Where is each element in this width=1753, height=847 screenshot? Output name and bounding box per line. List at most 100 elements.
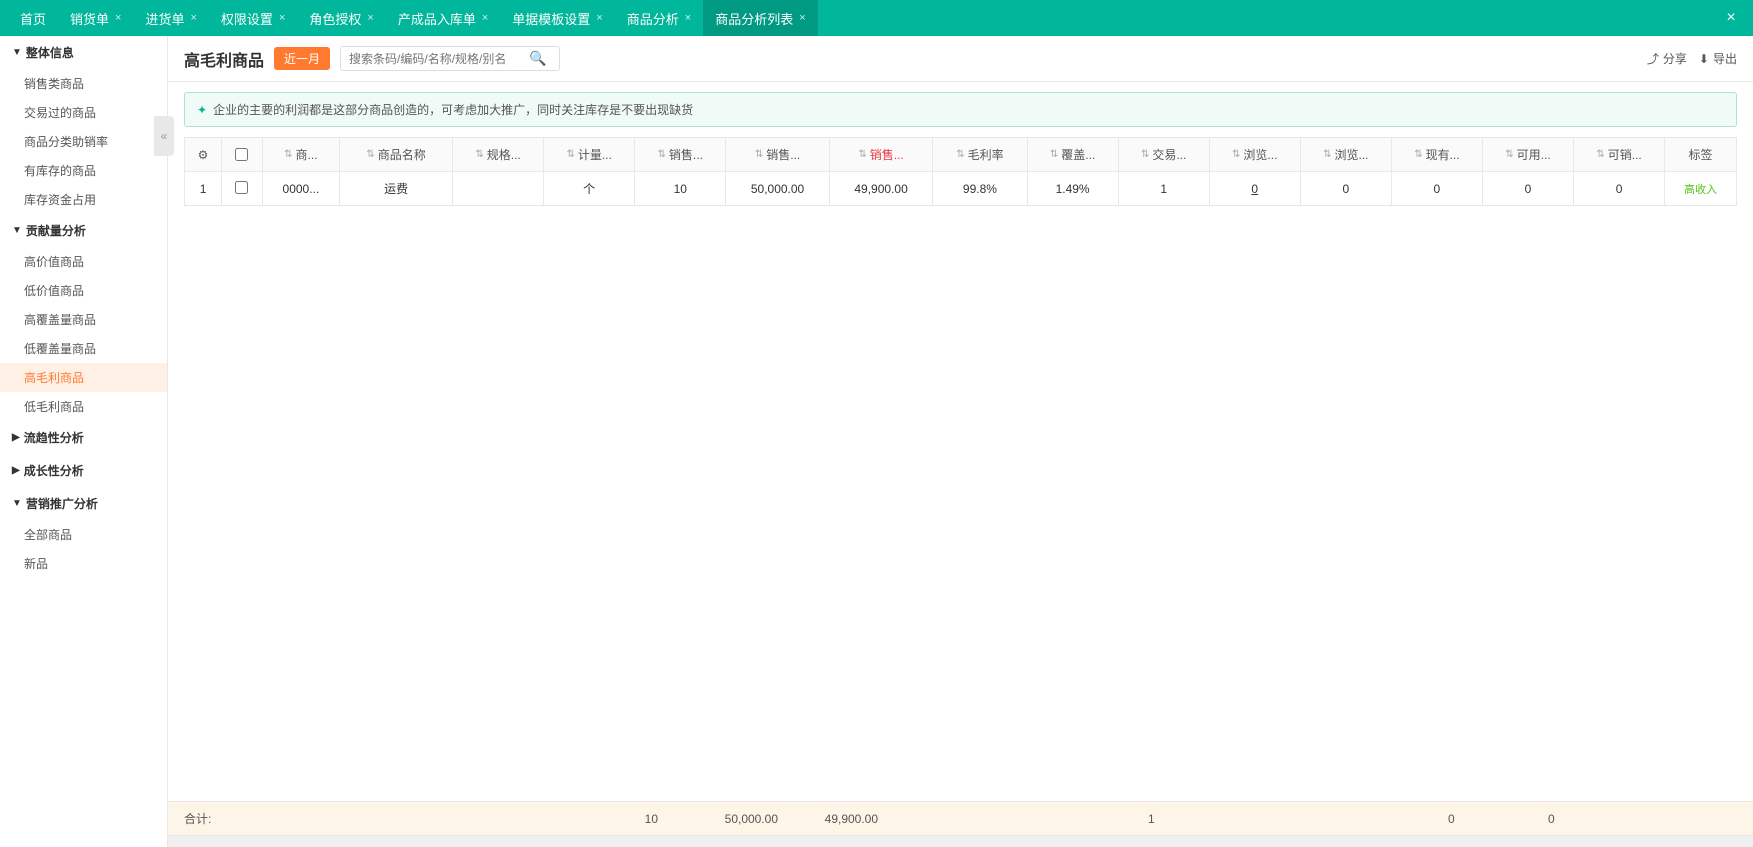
footer-sales-profit: 49,900.00 [811, 812, 891, 826]
cell-coverage: 1.49% [1027, 172, 1118, 206]
col-sales-qty: ⇅ 销售... [635, 138, 726, 172]
sort-icon[interactable]: ⇅ [1141, 149, 1149, 160]
sidebar-item-traded-goods[interactable]: 交易过的商品 [0, 98, 167, 127]
sidebar-item-in-stock[interactable]: 有库存的商品 [0, 156, 167, 185]
sort-icon[interactable]: ⇅ [1323, 149, 1331, 160]
share-button[interactable]: ⤴ 分享 [1647, 50, 1687, 67]
nav-close-icon[interactable]: × [190, 12, 196, 24]
sort-icon[interactable]: ⇅ [755, 149, 763, 160]
table-container[interactable]: ⚙ ⇅ 商... [168, 137, 1753, 801]
sort-icon[interactable]: ⇅ [1505, 149, 1513, 160]
sort-icon[interactable]: ⇅ [1596, 149, 1604, 160]
sort-icon[interactable]: ⇅ [1232, 149, 1240, 160]
nav-close-icon[interactable]: × [799, 12, 805, 24]
sidebar-item-low-margin[interactable]: 低毛利商品 [0, 392, 167, 421]
info-banner: ✦ 企业的主要的利润都是这部分商品创造的，可考虑加大推广，同时关注库存是不要出现… [184, 92, 1737, 127]
cell-name: 运费 [340, 172, 453, 206]
nav-close-icon[interactable]: × [115, 12, 121, 24]
nav-close-icon[interactable]: × [367, 12, 373, 24]
sidebar-item-sales-goods[interactable]: 销售类商品 [0, 69, 167, 98]
nav-product-storage[interactable]: 产成品入库单 × [386, 0, 500, 36]
nav-close-icon[interactable]: × [685, 12, 691, 24]
row-checkbox[interactable] [235, 181, 248, 194]
cell-sales-profit: 49,900.00 [829, 172, 933, 206]
col-sales-profit: ⇅ 销售... [829, 138, 933, 172]
sort-icon[interactable]: ⇅ [284, 149, 292, 160]
nav-close-icon[interactable]: × [596, 12, 602, 24]
nav-role-auth[interactable]: 角色授权 × [297, 0, 385, 36]
nav-sales-order[interactable]: 销货单 × [58, 0, 133, 36]
col-transaction: ⇅ 交易... [1118, 138, 1209, 172]
cell-saleable: 0 [1574, 172, 1665, 206]
sidebar-group-marketing[interactable]: ▼ 营销推广分析 [0, 487, 167, 520]
col-browse2: ⇅ 浏览... [1300, 138, 1391, 172]
share-icon: ⤴ [1647, 50, 1659, 67]
nav-product-analysis-list[interactable]: 商品分析列表 × [703, 0, 817, 36]
select-all-checkbox[interactable] [235, 148, 248, 161]
col-browse1: ⇅ 浏览... [1209, 138, 1300, 172]
footer-transaction: 1 [1111, 812, 1191, 826]
col-current: ⇅ 现有... [1391, 138, 1482, 172]
sidebar-group-growth[interactable]: ▶ 成长性分析 [0, 454, 167, 487]
sidebar-group-trend[interactable]: ▶ 流趋性分析 [0, 421, 167, 454]
sidebar-item-high-margin[interactable]: 高毛利商品 [0, 363, 167, 392]
sidebar-item-category-rate[interactable]: 商品分类助销率 [0, 127, 167, 156]
data-table: ⚙ ⇅ 商... [184, 137, 1737, 206]
nav-product-analysis[interactable]: 商品分析 × [615, 0, 703, 36]
footer-available: 0 [1511, 812, 1591, 826]
window-close-button[interactable]: × [1717, 4, 1745, 32]
table-header-row: ⚙ ⇅ 商... [185, 138, 1737, 172]
sidebar-item-high-coverage[interactable]: 高覆盖量商品 [0, 305, 167, 334]
cell-transaction: 1 [1118, 172, 1209, 206]
nav-permission-settings[interactable]: 权限设置 × [209, 0, 297, 36]
col-index: ⚙ [185, 138, 222, 172]
col-code: ⇅ 商... [262, 138, 340, 172]
sidebar-collapse-button[interactable]: « [154, 116, 174, 156]
expand-arrow-icon: ▶ [12, 432, 20, 443]
sidebar-item-new-goods[interactable]: 新品 [0, 549, 167, 578]
content-header: 高毛利商品 近一月 🔍 ⤴ 分享 ⬇ 导出 [168, 36, 1753, 82]
search-box: 🔍 [340, 46, 560, 71]
sort-icon[interactable]: ⇅ [475, 149, 483, 160]
expand-arrow-icon: ▼ [12, 498, 22, 509]
footer-label: 合计: [184, 810, 211, 827]
sidebar-group-overall[interactable]: ▼ 整体信息 [0, 36, 167, 69]
col-unit: ⇅ 计量... [544, 138, 635, 172]
col-margin: ⇅ 毛利率 [933, 138, 1027, 172]
search-icon[interactable]: 🔍 [529, 50, 546, 67]
page-title: 高毛利商品 [184, 47, 264, 71]
horizontal-scrollbar[interactable] [168, 835, 1753, 847]
sort-icon[interactable]: ⇅ [366, 149, 374, 160]
col-tag: 标签 [1665, 138, 1737, 172]
content-area: 高毛利商品 近一月 🔍 ⤴ 分享 ⬇ 导出 [168, 36, 1753, 847]
sidebar-item-low-coverage[interactable]: 低覆盖量商品 [0, 334, 167, 363]
expand-arrow-icon: ▼ [12, 225, 22, 236]
sort-icon[interactable]: ⇅ [566, 149, 574, 160]
sidebar-group-contribution[interactable]: ▼ 贡献量分析 [0, 214, 167, 247]
cell-sales-qty: 10 [635, 172, 726, 206]
export-button[interactable]: ⬇ 导出 [1699, 50, 1737, 67]
search-input[interactable] [349, 52, 529, 66]
col-saleable: ⇅ 可销... [1574, 138, 1665, 172]
nav-home[interactable]: 首页 [8, 0, 58, 36]
info-icon: ✦ [197, 103, 207, 117]
sort-icon[interactable]: ⇅ [858, 149, 866, 160]
settings-icon[interactable]: ⚙ [198, 148, 209, 162]
recent-month-button[interactable]: 近一月 [274, 47, 330, 70]
nav-close-icon[interactable]: × [279, 12, 285, 24]
sidebar-item-stock-capital[interactable]: 库存资金占用 [0, 185, 167, 214]
col-sales-amount: ⇅ 销售... [726, 138, 830, 172]
nav-template-settings[interactable]: 单据模板设置 × [500, 0, 614, 36]
sidebar-item-low-value[interactable]: 低价值商品 [0, 276, 167, 305]
nav-purchase-order[interactable]: 进货单 × [133, 0, 208, 36]
sort-icon[interactable]: ⇅ [658, 149, 666, 160]
sort-icon[interactable]: ⇅ [1050, 149, 1058, 160]
nav-close-icon[interactable]: × [482, 12, 488, 24]
sort-icon[interactable]: ⇅ [956, 149, 964, 160]
sidebar-item-high-value[interactable]: 高价值商品 [0, 247, 167, 276]
sidebar-item-all-goods[interactable]: 全部商品 [0, 520, 167, 549]
col-checkbox [222, 138, 263, 172]
cell-spec [453, 172, 544, 206]
sort-icon[interactable]: ⇅ [1414, 149, 1422, 160]
cell-code: 0000... [262, 172, 340, 206]
